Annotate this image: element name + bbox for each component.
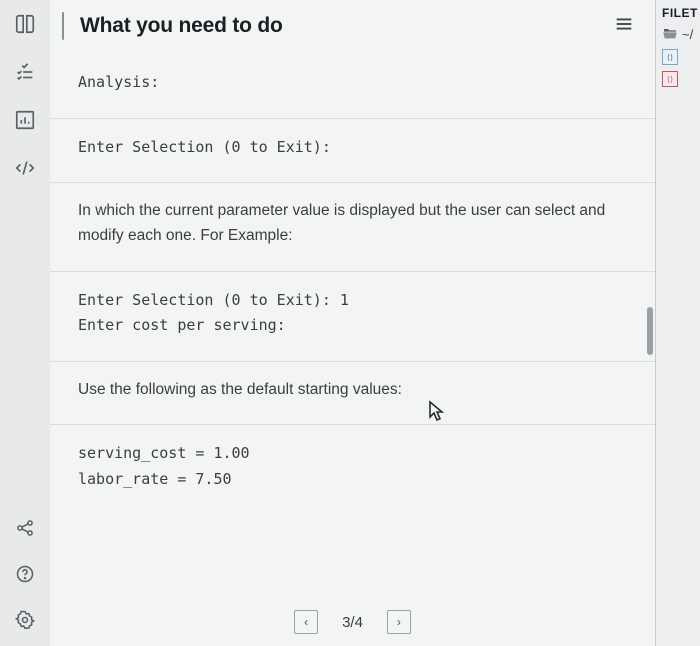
file-icon[interactable]: ⟨⟩ — [662, 49, 678, 65]
explain-block: In which the current parameter value is … — [50, 183, 655, 272]
file-tree-label: FILET — [662, 6, 698, 20]
defaults-intro-block: Use the following as the default startin… — [50, 362, 655, 426]
page-title: What you need to do — [80, 14, 613, 38]
checklist-icon[interactable] — [13, 60, 37, 84]
pager-label: 3/4 — [342, 614, 363, 631]
defaults-intro-text: Use the following as the default startin… — [78, 378, 631, 403]
share-icon[interactable] — [13, 516, 37, 540]
defaults-code-block: serving_cost = 1.00 labor_rate = 7.50 — [50, 425, 655, 514]
example-block: Enter Selection (0 to Exit): 1 Enter cos… — [50, 272, 655, 362]
header: What you need to do — [50, 0, 655, 54]
pager-prev-button[interactable]: ‹ — [294, 610, 318, 634]
left-nav-rail — [0, 0, 50, 646]
folder-name: ~/ — [682, 27, 693, 42]
file-icon-active[interactable]: ⟨⟩ — [662, 71, 678, 87]
pager-next-button[interactable]: › — [387, 610, 411, 634]
menu-icon[interactable] — [613, 13, 635, 40]
folder-row[interactable]: ~/ — [662, 26, 693, 43]
pager: ‹ 3/4 › — [50, 600, 655, 646]
explain-text: In which the current parameter value is … — [78, 199, 631, 249]
folder-open-icon — [662, 26, 678, 43]
prompt-text: Enter Selection (0 to Exit): — [78, 135, 631, 161]
content-scroll[interactable]: Analysis: Enter Selection (0 to Exit): I… — [50, 54, 655, 600]
book-icon[interactable] — [13, 12, 37, 36]
header-divider — [62, 12, 64, 40]
prompt-block: Enter Selection (0 to Exit): — [50, 119, 655, 184]
defaults-code: serving_cost = 1.00 labor_rate = 7.50 — [78, 441, 631, 492]
analysis-label: Analysis: — [78, 70, 631, 96]
file-tree-panel: FILET ~/ ⟨⟩ ⟨⟩ — [656, 0, 700, 646]
settings-icon[interactable] — [13, 608, 37, 632]
scrollbar-track[interactable] — [647, 60, 653, 596]
help-icon[interactable] — [13, 562, 37, 586]
main-panel: What you need to do Analysis: Enter Sele… — [50, 0, 656, 646]
code-icon[interactable] — [13, 156, 37, 180]
analytics-icon[interactable] — [13, 108, 37, 132]
analysis-block: Analysis: — [50, 54, 655, 119]
scrollbar-thumb[interactable] — [647, 307, 653, 355]
example-code: Enter Selection (0 to Exit): 1 Enter cos… — [78, 288, 631, 339]
